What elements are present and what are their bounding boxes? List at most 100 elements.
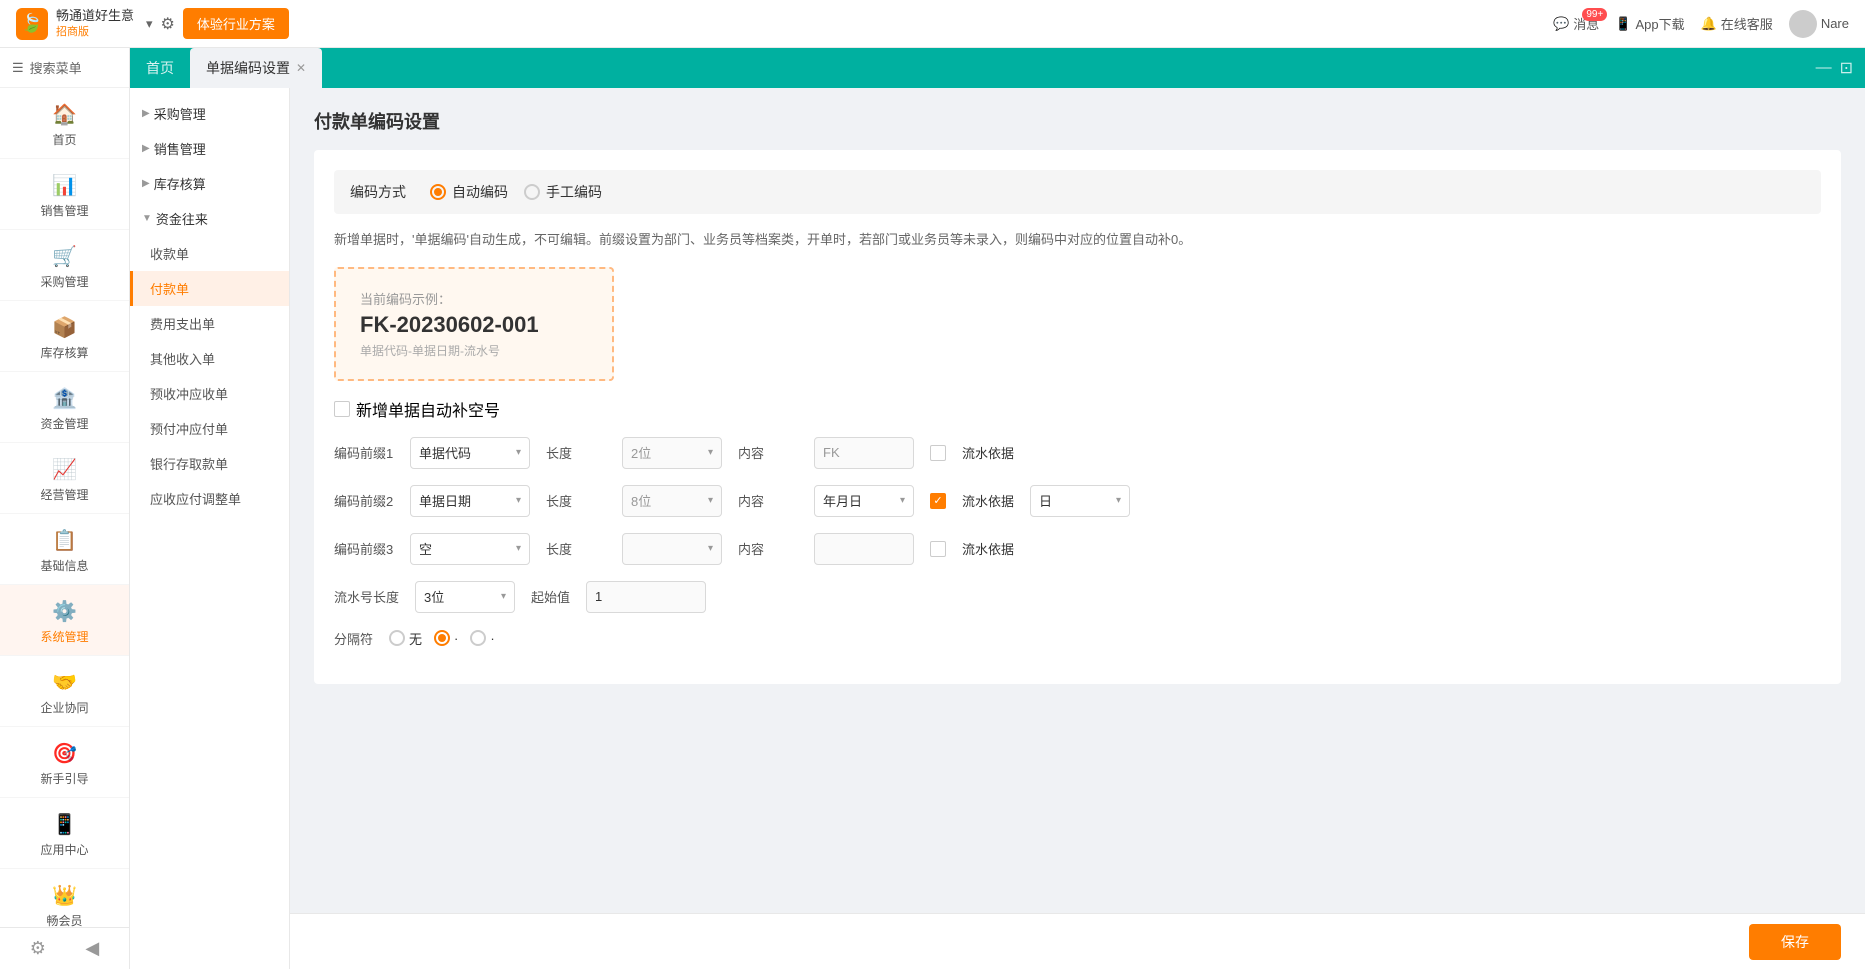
search-menu-button[interactable]: ☰ 搜索菜单 [0,48,129,88]
search-icon: ☰ [12,60,24,76]
tab-home[interactable]: 首页 [130,48,190,88]
submenu-item-payment[interactable]: 付款单 [130,271,289,306]
submenu-item-receipt[interactable]: 收款单 [130,236,289,271]
auto-fill-checkbox[interactable] [334,401,350,417]
user-info[interactable]: Nare [1789,10,1849,38]
sidebar-item-basic[interactable]: 📋 基础信息 [0,514,129,585]
sidebar-item-operation[interactable]: 📈 经营管理 [0,443,129,514]
logo: 🍃 畅通道好生意 招商版 [16,8,134,40]
manual-encode-option[interactable]: 手工编码 [524,182,602,202]
submenu-item-bank[interactable]: 银行存取款单 [130,446,289,481]
manual-encode-radio[interactable] [524,184,540,200]
submenu-item-other-income[interactable]: 其他收入单 [130,341,289,376]
encoding-radio-group: 自动编码 手工编码 [430,182,602,202]
tab-maximize-icon[interactable]: ⊡ [1840,58,1853,78]
message-button[interactable]: 💬 消息 99+ [1553,14,1599,33]
settings-bottom-icon[interactable]: ⚙ [30,938,46,959]
sidebar-item-purchase[interactable]: 🛒 采购管理 [0,230,129,301]
submenu-item-pre-payment[interactable]: 预付冲应付单 [130,411,289,446]
content-area: ▶ 采购管理 ▶ 销售管理 ▶ 库存核算 [130,88,1865,969]
search-menu-label: 搜索菜单 [30,58,82,77]
service-button[interactable]: 🔔 在线客服 [1701,14,1773,33]
content1-label: 内容 [738,443,798,462]
sidebar-item-guide[interactable]: 🎯 新手引导 [0,727,129,798]
submenu-group-capital: ▼ 资金往来 收款单 付款单 费用支出单 其他收入单 预收冲应收单 预付冲应付单… [130,201,289,516]
tab-encoding-label: 单据编码设置 [206,58,290,78]
length1-select[interactable]: 2位 ▾ [622,437,722,469]
sidebar-item-member[interactable]: 👑 畅会员 [0,869,129,927]
serial3-checkbox[interactable] [930,541,946,557]
sidebar-item-label: 应用中心 [40,841,88,858]
submenu-item-adjust[interactable]: 应收应付调整单 [130,481,289,516]
sidebar-item-system[interactable]: ⚙️ 系统管理 [0,585,129,656]
start-value-input[interactable]: 1 [586,581,706,613]
serial2-label: 流水依据 [962,491,1014,510]
sep-dash-radio[interactable] [434,630,450,646]
settings-icon[interactable]: ⚙ [161,14,175,34]
auto-encode-option[interactable]: 自动编码 [430,182,508,202]
sep-dot-radio[interactable] [470,630,486,646]
sidebar-item-finance[interactable]: 🏦 资金管理 [0,372,129,443]
serial2-checkbox[interactable]: ✓ [930,493,946,509]
submenu-group-label: 采购管理 [154,104,206,123]
collapse-icon[interactable]: ◀ [85,938,99,959]
auto-encode-radio[interactable] [430,184,446,200]
submenu-item-pre-receipt[interactable]: 预收冲应收单 [130,376,289,411]
manual-encode-label: 手工编码 [546,182,602,202]
save-button[interactable]: 保存 [1749,924,1841,960]
app-download-icon: 📱 [1615,16,1631,32]
sidebar-item-label: 库存核算 [40,344,88,361]
select-arrow-icon: ▾ [900,495,905,506]
sidebar-item-home[interactable]: 🏠 首页 [0,88,129,159]
serial2-period-select[interactable]: 日 ▾ [1030,485,1130,517]
encoding-method-label: 编码方式 [350,182,406,202]
submenu-group-label: 资金往来 [156,209,208,228]
tab-close-icon[interactable]: ✕ [296,61,306,75]
prefix3-label: 编码前缀3 [334,539,394,558]
guide-icon: 🎯 [52,741,77,766]
message-badge: 99+ [1582,8,1607,21]
sep-none-radio[interactable] [389,630,405,646]
length2-select[interactable]: 8位 ▾ [622,485,722,517]
tab-minimize-icon[interactable]: — [1816,59,1832,77]
sn-length-select[interactable]: 3位 ▾ [415,581,515,613]
prefix2-row: 编码前缀2 单据日期 ▾ 长度 8位 ▾ 内容 [334,485,1821,517]
prefix1-value: 单据代码 [419,443,471,462]
sub-menu: ▶ 采购管理 ▶ 销售管理 ▶ 库存核算 [130,88,290,969]
submenu-title-purchase[interactable]: ▶ 采购管理 [130,96,289,131]
sidebar-item-inventory[interactable]: 📦 库存核算 [0,301,129,372]
submenu-title-sales[interactable]: ▶ 销售管理 [130,131,289,166]
nav-dropdown[interactable]: ▾ [146,16,153,32]
sidebar-item-apps[interactable]: 📱 应用中心 [0,798,129,869]
tab-encoding-settings[interactable]: 单据编码设置 ✕ [190,48,322,88]
submenu-group-purchase: ▶ 采购管理 [130,96,289,131]
content3-input[interactable] [814,533,914,565]
submenu-title-inventory[interactable]: ▶ 库存核算 [130,166,289,201]
prefix3-select[interactable]: 空 ▾ [410,533,530,565]
sidebar-item-sales[interactable]: 📊 销售管理 [0,159,129,230]
encoding-method-row: 编码方式 自动编码 手工编码 [334,170,1821,214]
content2-select[interactable]: 年月日 ▾ [814,485,914,517]
prefix1-row: 编码前缀1 单据代码 ▾ 长度 2位 ▾ 内容 [334,437,1821,469]
sidebar-item-label: 基础信息 [40,557,88,574]
submenu-item-expense[interactable]: 费用支出单 [130,306,289,341]
content3-label: 内容 [738,539,798,558]
sep-none-label: 无 [409,629,422,648]
length3-select[interactable]: ▾ [622,533,722,565]
trial-button[interactable]: 体验行业方案 [183,8,289,39]
select-arrow-icon: ▾ [516,543,521,554]
code-preview-box: 当前编码示例： FK-20230602-001 单据代码-单据日期-流水号 [334,267,614,381]
sep-dash-label: · [454,631,458,646]
prefix2-select[interactable]: 单据日期 ▾ [410,485,530,517]
sales-icon: 📊 [52,173,77,198]
info-text: 新增单据时，'单据编码'自动生成，不可编辑。前缀设置为部门、业务员等档案类，开单… [334,230,1821,251]
app-download-button[interactable]: 📱 App下载 [1615,14,1684,33]
prefix1-select[interactable]: 单据代码 ▾ [410,437,530,469]
content1-input[interactable]: FK [814,437,914,469]
submenu-title-capital[interactable]: ▼ 资金往来 [130,201,289,236]
serial1-checkbox[interactable] [930,445,946,461]
sep-none-option[interactable]: 无 [389,629,422,648]
sep-dot-option[interactable]: · [470,630,494,646]
sidebar-item-cooperation[interactable]: 🤝 企业协同 [0,656,129,727]
sep-dash-option[interactable]: · [434,630,458,646]
